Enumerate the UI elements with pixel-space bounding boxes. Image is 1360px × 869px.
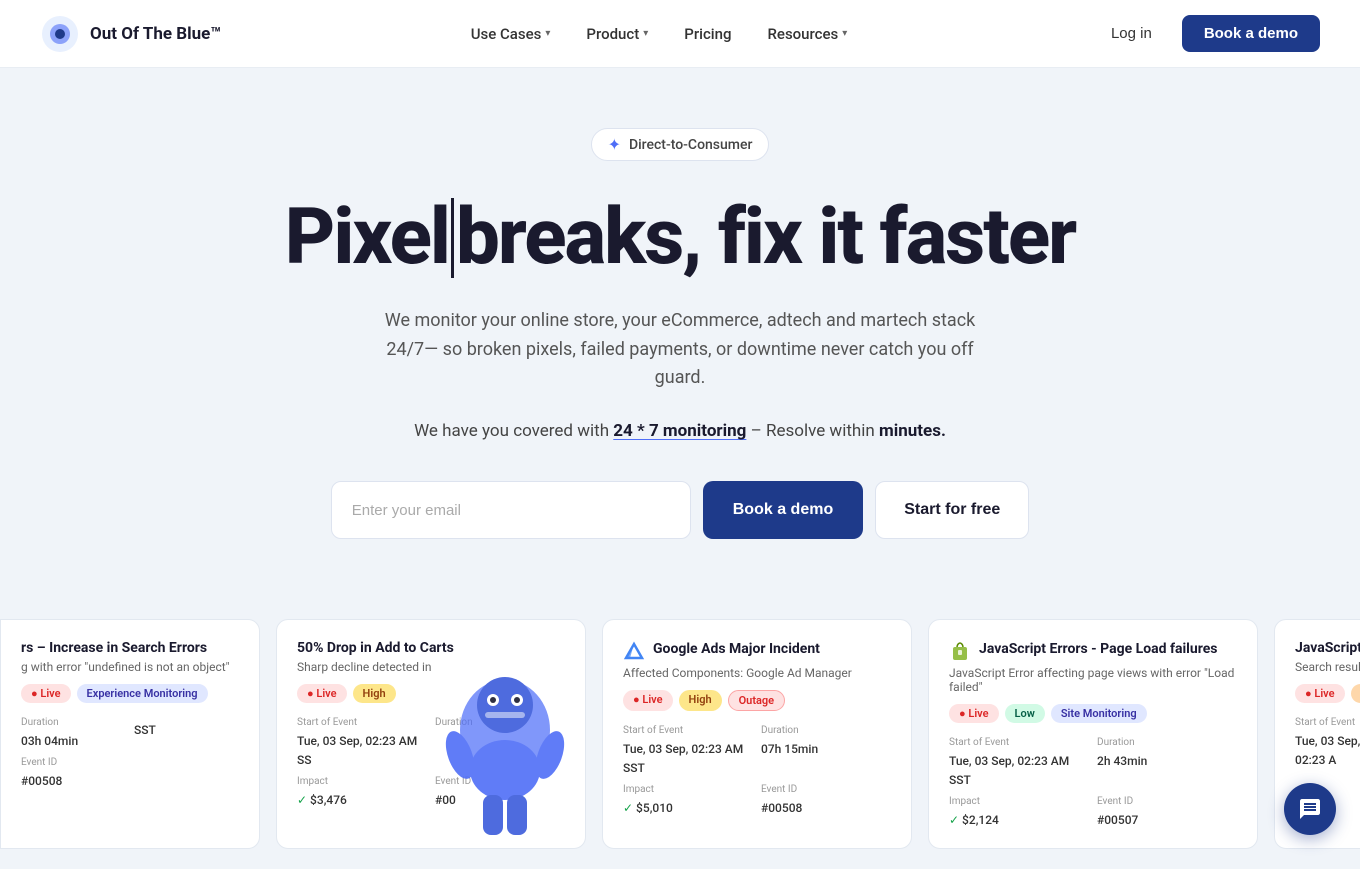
card-3-tag-live: ● Live [623, 690, 673, 711]
field-start3: Start of Event Tue, 03 Sep, 02:23 AM SST [623, 725, 753, 776]
card-google-ads: Google Ads Major Incident Affected Compo… [602, 619, 912, 849]
card-add-to-carts: 50% Drop in Add to Carts Sharp decline d… [276, 619, 586, 849]
email-input[interactable] [331, 481, 691, 539]
navbar: Out Of The Blue™ Use Cases ▾ Product ▾ P… [0, 0, 1360, 68]
coverage-bold: minutes. [879, 421, 946, 441]
field-duration4: Duration 2h 43min [1097, 737, 1237, 788]
card-4-title: JavaScript Errors - Page Load failures [979, 641, 1217, 657]
field-event-id: Event ID #00508 [21, 757, 126, 789]
field-sst: SST [134, 717, 239, 749]
field-start5: Start of Event Tue, 03 Sep, 02:23 A [1295, 717, 1360, 768]
card-5-desc: Search results are retu [1295, 660, 1360, 674]
card-4-tag-low: Low [1005, 704, 1045, 723]
logo[interactable]: Out Of The Blue™ [40, 14, 221, 54]
card-5-tag-medium: Medium [1351, 684, 1360, 703]
card-1-title: rs – Increase in Search Errors [21, 640, 239, 656]
chat-icon [1298, 797, 1322, 821]
card-search-errors: rs – Increase in Search Errors g with er… [0, 619, 260, 849]
card-4-tag-live: ● Live [949, 704, 999, 723]
card-js-errors: JavaScript Errors - Page Load failures J… [928, 619, 1258, 849]
field-duration2: Duration [435, 717, 565, 768]
card-3-desc: Affected Components: Google Ad Manager [623, 666, 891, 680]
nav-product[interactable]: Product ▾ [572, 17, 662, 51]
card-4-header: JavaScript Errors - Page Load failures [949, 640, 1237, 662]
field-start: Start of Event Tue, 03 Sep, 02:23 AM SS [297, 717, 427, 768]
card-3-tag-high: High [679, 690, 722, 711]
card-5-fields: Start of Event Tue, 03 Sep, 02:23 A Impa… [1295, 717, 1360, 768]
card-5-tag-live: ● Live [1295, 684, 1345, 703]
card-4-fields: Start of Event Tue, 03 Sep, 02:23 AM SST… [949, 737, 1237, 828]
nav-actions: Log in Book a demo [1097, 15, 1320, 52]
resources-chevron-icon: ▾ [842, 28, 847, 39]
card-3-title: Google Ads Major Incident [653, 641, 820, 657]
nav-use-cases[interactable]: Use Cases ▾ [457, 17, 565, 51]
card-3-tag-outage: Outage [728, 690, 786, 711]
card-1-tag-experience: Experience Monitoring [77, 684, 208, 703]
card-2-fields: Start of Event Tue, 03 Sep, 02:23 AM SS … [297, 717, 565, 808]
chat-button[interactable] [1284, 783, 1336, 835]
hero-subtitle: We monitor your online store, your eComm… [380, 307, 980, 393]
star-icon: ✦ [608, 135, 621, 154]
cards-strip: rs – Increase in Search Errors g with er… [0, 619, 1360, 869]
coverage-highlight: 24 * 7 monitoring [613, 421, 746, 441]
field-start4: Start of Event Tue, 03 Sep, 02:23 AM SST [949, 737, 1089, 788]
card-5-tags: ● Live Medium [1295, 684, 1360, 703]
field-eventid4: Event ID #00507 [1097, 796, 1237, 828]
login-button[interactable]: Log in [1097, 17, 1166, 50]
field-impact2: Impact $3,476 [297, 776, 427, 808]
cursor-icon [451, 198, 454, 278]
hero-coverage: We have you covered with 24 * 7 monitori… [414, 421, 946, 441]
field-duration: Duration 03h 04min [21, 717, 126, 749]
card-3-header: Google Ads Major Incident [623, 640, 891, 662]
field-eventid3: Event ID #00508 [761, 784, 891, 816]
card-1-desc: g with error "undefined is not an object… [21, 660, 239, 674]
badge: ✦ Direct-to-Consumer [591, 128, 770, 161]
card-2-tag-live: ● Live [297, 684, 347, 703]
card-1-tag-live: ● Live [21, 684, 71, 703]
product-chevron-icon: ▾ [643, 28, 648, 39]
card-4-tag-site: Site Monitoring [1051, 704, 1147, 723]
card-4-tags: ● Live Low Site Monitoring [949, 704, 1237, 723]
card-2-title: 50% Drop in Add to Carts [297, 640, 565, 656]
card-3-fields: Start of Event Tue, 03 Sep, 02:23 AM SST… [623, 725, 891, 816]
logo-icon [40, 14, 80, 54]
book-demo-button[interactable]: Book a demo [703, 481, 863, 539]
hero-title: Pixel breaks, fix it faster [285, 197, 1075, 279]
card-5-title: JavaScript E [1295, 640, 1360, 656]
logo-text: Out Of The Blue™ [90, 24, 221, 44]
hero-section: ✦ Direct-to-Consumer Pixel breaks, fix i… [0, 68, 1360, 619]
nav-links: Use Cases ▾ Product ▾ Pricing Resources … [457, 17, 862, 51]
field-impact4: Impact $2,124 [949, 796, 1089, 828]
card-2-tag-high: High [353, 684, 396, 703]
nav-pricing[interactable]: Pricing [670, 17, 745, 51]
card-2-desc: Sharp decline detected in [297, 660, 565, 674]
card-2-tags: ● Live High [297, 684, 565, 703]
card-1-tags: ● Live Experience Monitoring [21, 684, 239, 703]
field-duration3: Duration 07h 15min [761, 725, 891, 776]
card-4-desc: JavaScript Error affecting page views wi… [949, 666, 1237, 694]
field-eventid2: Event ID #00 [435, 776, 565, 808]
use-cases-chevron-icon: ▾ [545, 28, 550, 39]
hero-actions: Book a demo Start for free [331, 481, 1030, 539]
card-3-tags: ● Live High Outage [623, 690, 891, 711]
nav-resources[interactable]: Resources ▾ [753, 17, 861, 51]
shopify-icon [949, 640, 971, 662]
google-ads-icon [623, 640, 645, 662]
field-impact3: Impact $5,010 [623, 784, 753, 816]
start-free-button[interactable]: Start for free [875, 481, 1029, 539]
book-demo-nav-button[interactable]: Book a demo [1182, 15, 1320, 52]
card-1-fields: Duration 03h 04min SST Event ID #00508 [21, 717, 239, 789]
